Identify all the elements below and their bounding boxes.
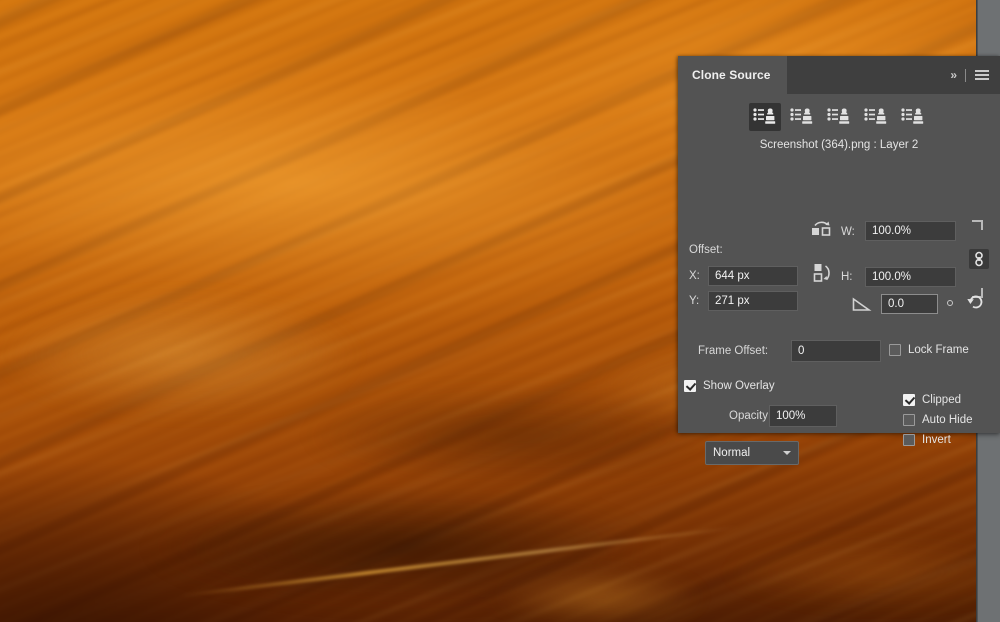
rotation-angle-icon [852, 297, 872, 311]
screenshot-root: Clone Source » Screenshot (364).png: La… [0, 0, 1000, 622]
blend-mode-dropdown[interactable]: Normal [705, 441, 799, 465]
offset-label: Offset: [689, 244, 723, 256]
clone-stamp-icon [864, 108, 887, 124]
clone-source-button-2[interactable] [786, 103, 818, 131]
rotation-angle-input[interactable] [881, 294, 938, 314]
clone-source-button-1[interactable] [749, 103, 781, 131]
flip-horizontal-button[interactable] [809, 219, 833, 240]
panel-body: Screenshot (364).png : Layer 2 W: Offset… [678, 94, 1000, 465]
clone-source-button-4[interactable] [860, 103, 892, 131]
panel-tabbar: Clone Source » [678, 56, 1000, 94]
link-chain-icon [975, 251, 983, 267]
reset-transform-icon [967, 295, 983, 309]
show-overlay-checkbox[interactable] [684, 380, 696, 392]
lock-frame-checkbox-row[interactable]: Lock Frame [889, 344, 969, 356]
flip-horizontal-icon [812, 221, 831, 236]
rotation-angle-button[interactable] [852, 296, 874, 315]
constrain-proportions-group [967, 220, 991, 298]
flip-vertical-icon [813, 264, 830, 282]
clipped-checkbox[interactable] [903, 394, 915, 406]
clone-stamp-icon [901, 108, 924, 124]
invert-label: Invert [922, 434, 951, 446]
clone-source-document-label: Screenshot (364).png : Layer 2 [759, 139, 919, 151]
offset-x-label: X: [689, 270, 700, 282]
height-label: H: [841, 271, 853, 283]
clone-stamp-icon [827, 108, 850, 124]
tab-clone-source[interactable]: Clone Source [678, 56, 787, 94]
show-overlay-label: Show Overlay [703, 380, 775, 392]
clipped-label: Clipped [922, 394, 961, 406]
height-input[interactable] [865, 267, 956, 287]
width-input[interactable] [865, 221, 956, 241]
width-label: W: [841, 226, 855, 238]
frame-offset-label: Frame Offset: [698, 345, 769, 357]
invert-checkbox[interactable] [903, 434, 915, 446]
tab-label: Clone Source [692, 68, 771, 82]
auto-hide-checkbox-row[interactable]: Auto Hide [903, 414, 973, 426]
opacity-label: Opacity: [729, 410, 772, 422]
clone-source-button-5[interactable] [897, 103, 929, 131]
chevron-down-icon [783, 451, 791, 455]
panel-menu-icon[interactable] [975, 70, 989, 80]
clone-stamp-icon [790, 108, 813, 124]
lock-frame-label: Lock Frame [908, 344, 969, 356]
collapse-panel-icon[interactable]: » [950, 68, 957, 82]
offset-y-input[interactable] [708, 291, 798, 311]
panel-tabbar-controls: » [950, 56, 1000, 94]
invert-checkbox-row[interactable]: Invert [903, 434, 951, 446]
blend-mode-value: Normal [713, 447, 751, 459]
clone-source-buttons [678, 94, 1000, 134]
lock-frame-checkbox[interactable] [889, 344, 901, 356]
clone-source-button-3[interactable] [823, 103, 855, 131]
link-bracket-top-icon [972, 220, 983, 230]
opacity-input[interactable] [769, 405, 837, 427]
clone-stamp-icon [753, 108, 776, 124]
auto-hide-label: Auto Hide [922, 414, 973, 426]
show-overlay-checkbox-row[interactable]: Show Overlay [684, 380, 775, 392]
degree-symbol [947, 300, 953, 306]
flip-vertical-button[interactable] [812, 262, 836, 289]
auto-hide-checkbox[interactable] [903, 414, 915, 426]
clone-source-panel: Clone Source » Screenshot (364).png: La… [678, 56, 1000, 465]
reset-transform-button[interactable] [966, 292, 986, 315]
clipped-checkbox-row[interactable]: Clipped [903, 394, 961, 406]
offset-x-input[interactable] [708, 266, 798, 286]
frame-offset-input[interactable] [791, 340, 881, 362]
tabbar-divider [965, 68, 966, 82]
link-proportions-button[interactable] [969, 249, 989, 269]
offset-y-label: Y: [689, 295, 700, 307]
degree-icon [947, 300, 953, 306]
